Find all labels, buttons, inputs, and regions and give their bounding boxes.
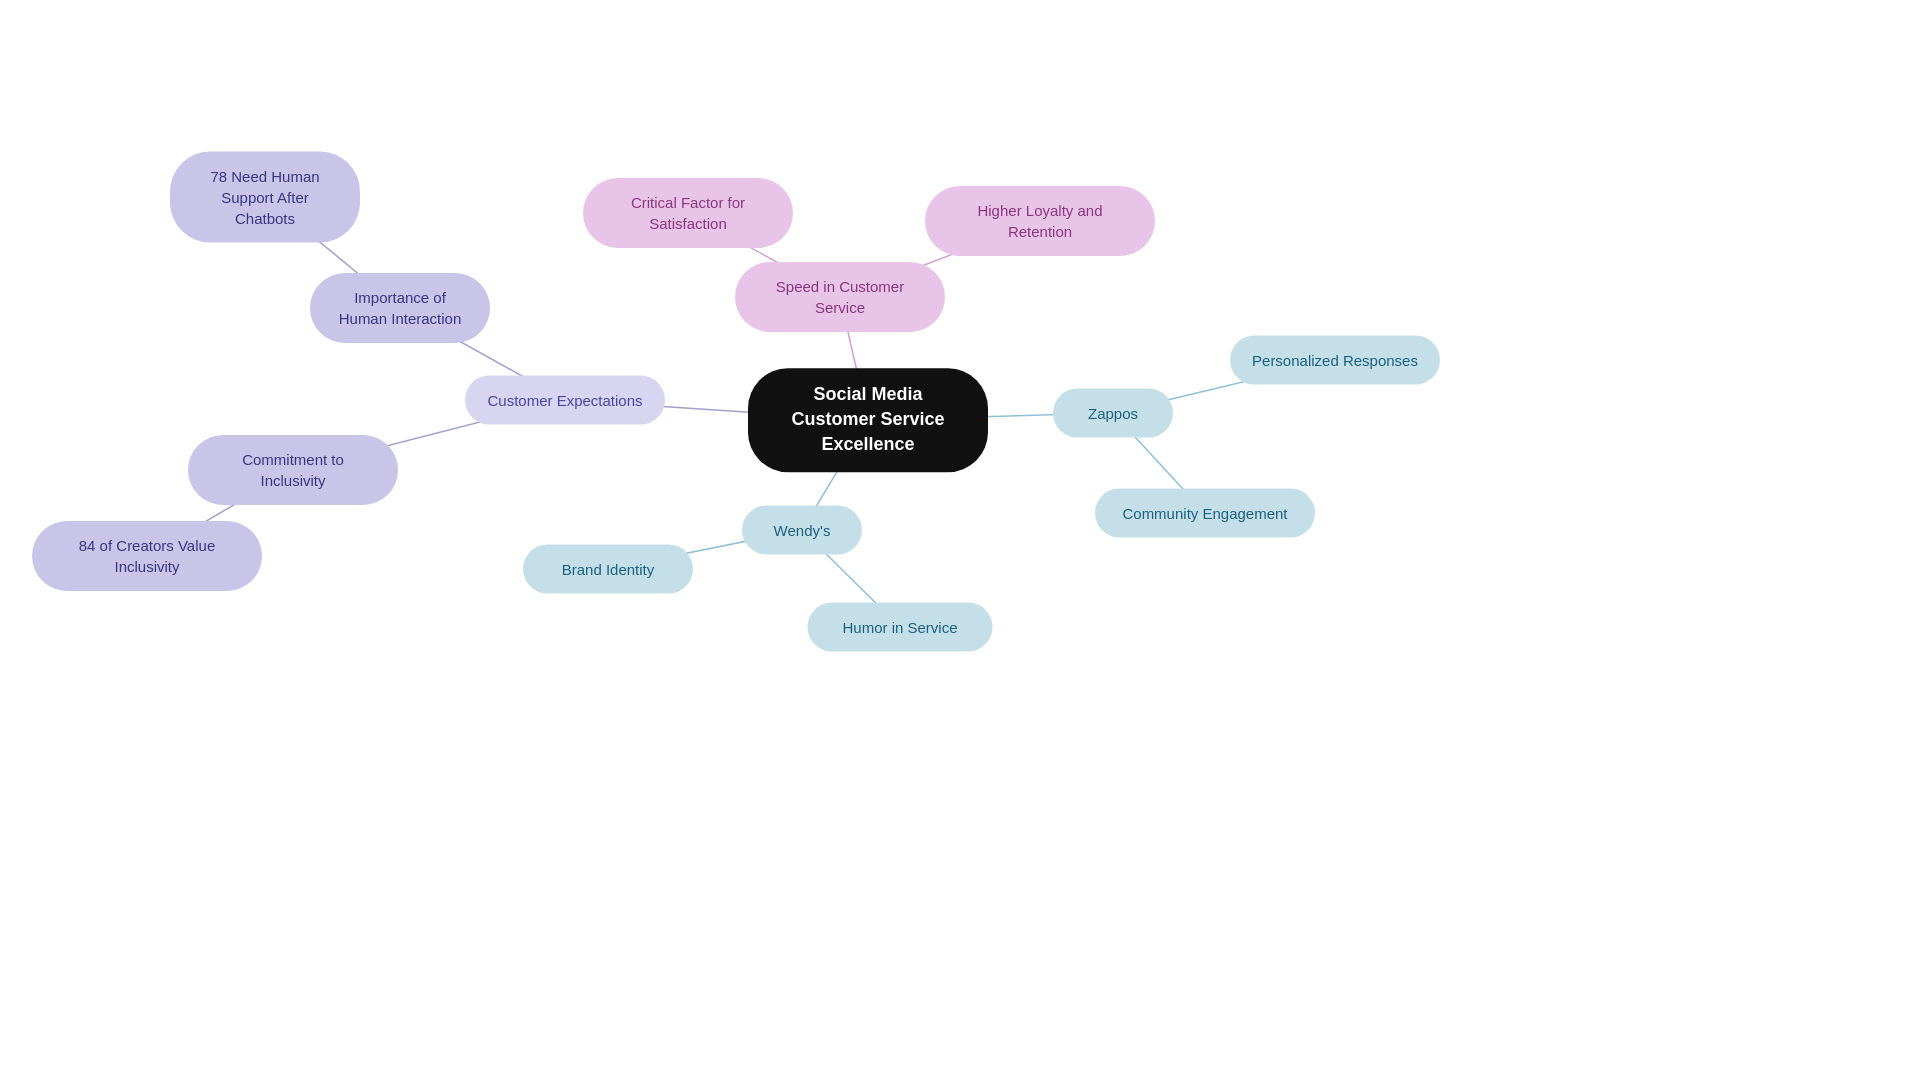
node-creatorsValueInclusivity[interactable]: 84 of Creators Value Inclusivity: [32, 521, 262, 591]
node-wendys[interactable]: Wendy's: [742, 506, 862, 555]
node-criticalFactor[interactable]: Critical Factor for Satisfaction: [583, 178, 793, 248]
node-commitmentInclusivity[interactable]: Commitment to Inclusivity: [188, 435, 398, 505]
node-customerExpectations[interactable]: Customer Expectations: [465, 376, 665, 425]
node-center[interactable]: Social Media Customer Service Excellence: [748, 368, 988, 472]
node-higherLoyalty[interactable]: Higher Loyalty and Retention: [925, 186, 1155, 256]
mindmap-canvas: Social Media Customer Service Excellence…: [0, 0, 1920, 1083]
node-zappos[interactable]: Zappos: [1053, 389, 1173, 438]
node-humorInService[interactable]: Humor in Service: [808, 603, 993, 652]
node-importanceHumanInteraction[interactable]: Importance of Human Interaction: [310, 273, 490, 343]
node-communityEngagement[interactable]: Community Engagement: [1095, 489, 1315, 538]
node-speedCustomerService[interactable]: Speed in Customer Service: [735, 262, 945, 332]
node-brandIdentity[interactable]: Brand Identity: [523, 545, 693, 594]
node-personalizedResponses[interactable]: Personalized Responses: [1230, 336, 1440, 385]
node-needHumanSupport[interactable]: 78 Need Human Support After Chatbots: [170, 152, 360, 243]
